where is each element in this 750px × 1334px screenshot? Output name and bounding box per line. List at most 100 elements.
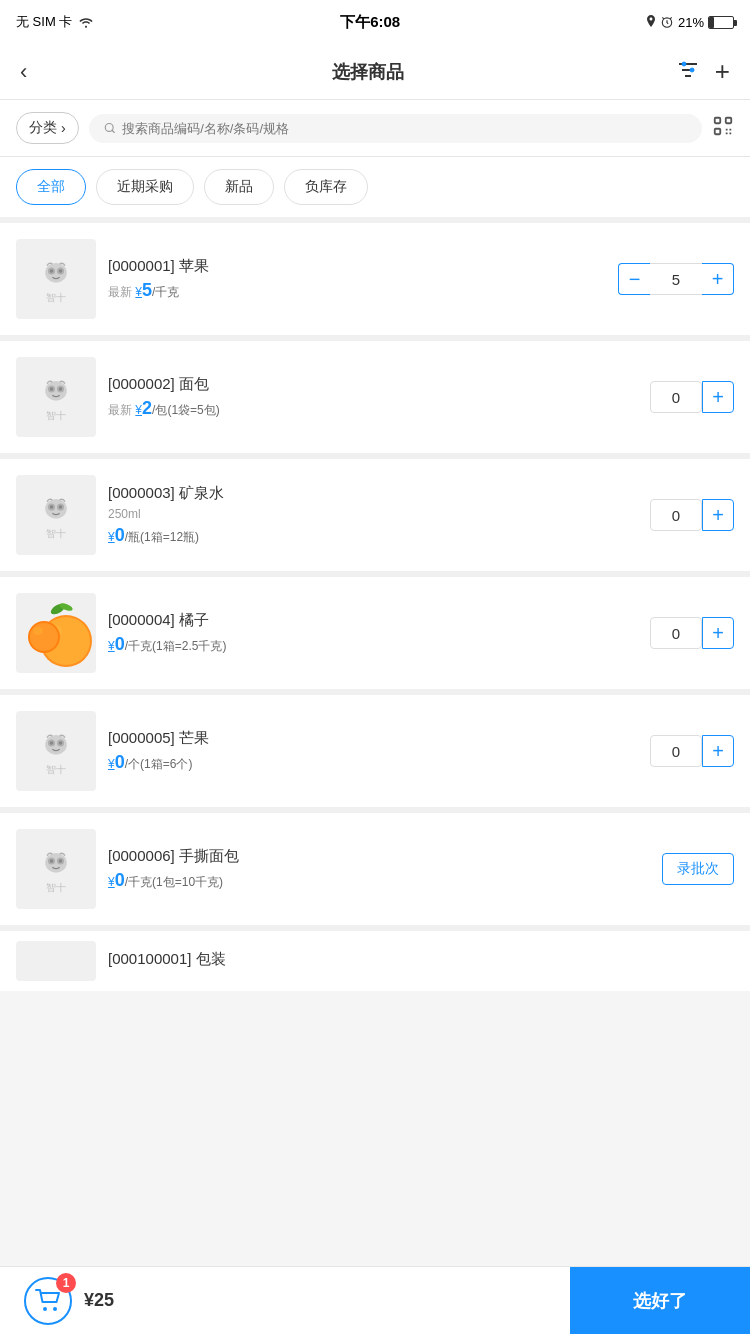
product-info: [0000004] 橘子 ¥0/千克(1箱=2.5千克): [108, 611, 638, 655]
status-time: 下午6:08: [340, 13, 400, 32]
product-thumbnail: [16, 941, 96, 981]
search-input[interactable]: [122, 121, 688, 136]
quantity-control: +: [650, 617, 734, 649]
owl-label: 智十: [46, 527, 66, 541]
svg-point-13: [50, 269, 54, 273]
confirm-button[interactable]: 选好了: [570, 1267, 750, 1334]
battery-icon: [708, 16, 734, 29]
tab-all[interactable]: 全部: [16, 169, 86, 205]
alarm-icon: [660, 15, 674, 29]
quantity-input[interactable]: [650, 263, 702, 295]
add-button[interactable]: +: [715, 56, 730, 87]
svg-point-23: [50, 505, 54, 509]
product-info: [0000003] 矿泉水 250ml ¥0/瓶(1箱=12瓶): [108, 484, 638, 546]
batch-button[interactable]: 录批次: [662, 853, 734, 885]
quantity-control: +: [650, 499, 734, 531]
product-info: [0000002] 面包 最新 ¥2/包(1袋=5包): [108, 375, 638, 419]
tab-recent[interactable]: 近期采购: [96, 169, 194, 205]
cart-icon: [35, 1289, 61, 1313]
svg-point-30: [33, 627, 43, 635]
product-name: [0000002] 面包: [108, 375, 638, 394]
svg-rect-8: [726, 117, 732, 123]
svg-point-36: [50, 741, 54, 745]
owl-placeholder: 智十: [16, 711, 96, 791]
increment-button[interactable]: +: [702, 263, 734, 295]
tab-negative[interactable]: 负库存: [284, 169, 368, 205]
product-name: [0000005] 芒果: [108, 729, 638, 748]
owl-label: 智十: [46, 409, 66, 423]
page-title: 选择商品: [332, 60, 404, 84]
category-button[interactable]: 分类 ›: [16, 112, 79, 144]
status-left: 无 SIM 卡: [16, 13, 94, 31]
svg-point-5: [690, 68, 694, 72]
product-list: 智十 [0000001] 苹果 最新 ¥5/千克 − +: [0, 223, 750, 991]
back-button[interactable]: ‹: [20, 59, 60, 85]
owl-label: 智十: [46, 291, 66, 305]
scan-button[interactable]: [712, 115, 734, 142]
increment-button[interactable]: +: [702, 617, 734, 649]
owl-placeholder: 智十: [16, 829, 96, 909]
svg-point-19: [59, 387, 63, 391]
product-thumbnail: 智十: [16, 829, 96, 909]
search-bar: 分类 ›: [0, 100, 750, 157]
increment-button[interactable]: +: [702, 381, 734, 413]
list-item: 智十 [0000006] 手撕面包 ¥0/千克(1包=10千克) 录批次: [0, 813, 750, 925]
product-thumbnail: 智十: [16, 711, 96, 791]
product-price: 最新 ¥5/千克: [108, 280, 606, 301]
search-icon: [103, 121, 117, 135]
product-price: ¥0/个(1箱=6个): [108, 752, 638, 773]
svg-point-4: [682, 62, 686, 66]
carrier-text: 无 SIM 卡: [16, 13, 72, 31]
location-icon: [646, 15, 656, 29]
product-price: 最新 ¥2/包(1袋=5包): [108, 398, 638, 419]
list-item: [000100001] 包装: [0, 931, 750, 991]
filter-button[interactable]: [677, 59, 699, 85]
product-thumbnail: [16, 593, 96, 673]
quantity-control: +: [650, 381, 734, 413]
cart-section: 1 ¥25: [0, 1267, 570, 1334]
owl-label: 智十: [46, 763, 66, 777]
list-item: 智十 [0000002] 面包 最新 ¥2/包(1袋=5包) +: [0, 341, 750, 453]
quantity-input[interactable]: [650, 735, 702, 767]
tab-new[interactable]: 新品: [204, 169, 274, 205]
svg-point-44: [53, 1307, 57, 1311]
product-name: [0000001] 苹果: [108, 257, 606, 276]
list-item: 智十 [0000003] 矿泉水 250ml ¥0/瓶(1箱=12瓶) +: [0, 459, 750, 571]
battery-percent: 21%: [678, 15, 704, 30]
nav-bar: ‹ 选择商品 +: [0, 44, 750, 100]
nav-actions: +: [677, 56, 730, 87]
product-thumbnail: 智十: [16, 475, 96, 555]
decrement-button[interactable]: −: [618, 263, 650, 295]
svg-point-24: [59, 505, 63, 509]
svg-point-18: [50, 387, 54, 391]
status-right: 21%: [646, 15, 734, 30]
product-spec: 250ml: [108, 507, 638, 521]
increment-button[interactable]: +: [702, 735, 734, 767]
product-price: ¥0/千克(1箱=2.5千克): [108, 634, 638, 655]
quantity-input[interactable]: [650, 381, 702, 413]
status-bar: 无 SIM 卡 下午6:08 21%: [0, 0, 750, 44]
quantity-input[interactable]: [650, 499, 702, 531]
owl-placeholder: 智十: [16, 239, 96, 319]
svg-rect-9: [715, 128, 721, 134]
search-input-wrap: [89, 114, 702, 143]
product-name: [0000003] 矿泉水: [108, 484, 638, 503]
svg-point-41: [50, 859, 54, 863]
wifi-icon: [78, 16, 94, 28]
list-item: 智十 [0000005] 芒果 ¥0/个(1箱=6个) +: [0, 695, 750, 807]
quantity-control: − +: [618, 263, 734, 295]
list-item: [0000004] 橘子 ¥0/千克(1箱=2.5千克) +: [0, 577, 750, 689]
product-price: ¥0/瓶(1箱=12瓶): [108, 525, 638, 546]
owl-placeholder: 智十: [16, 357, 96, 437]
quantity-control: +: [650, 735, 734, 767]
svg-point-43: [43, 1307, 47, 1311]
quantity-input[interactable]: [650, 617, 702, 649]
product-name: [0000006] 手撕面包: [108, 847, 650, 866]
cart-total: ¥25: [84, 1290, 114, 1311]
svg-rect-7: [715, 117, 721, 123]
cart-icon-button[interactable]: 1: [24, 1277, 72, 1325]
cart-badge: 1: [56, 1273, 76, 1293]
increment-button[interactable]: +: [702, 499, 734, 531]
svg-point-42: [59, 859, 63, 863]
filter-tabs: 全部 近期采购 新品 负库存: [0, 157, 750, 223]
